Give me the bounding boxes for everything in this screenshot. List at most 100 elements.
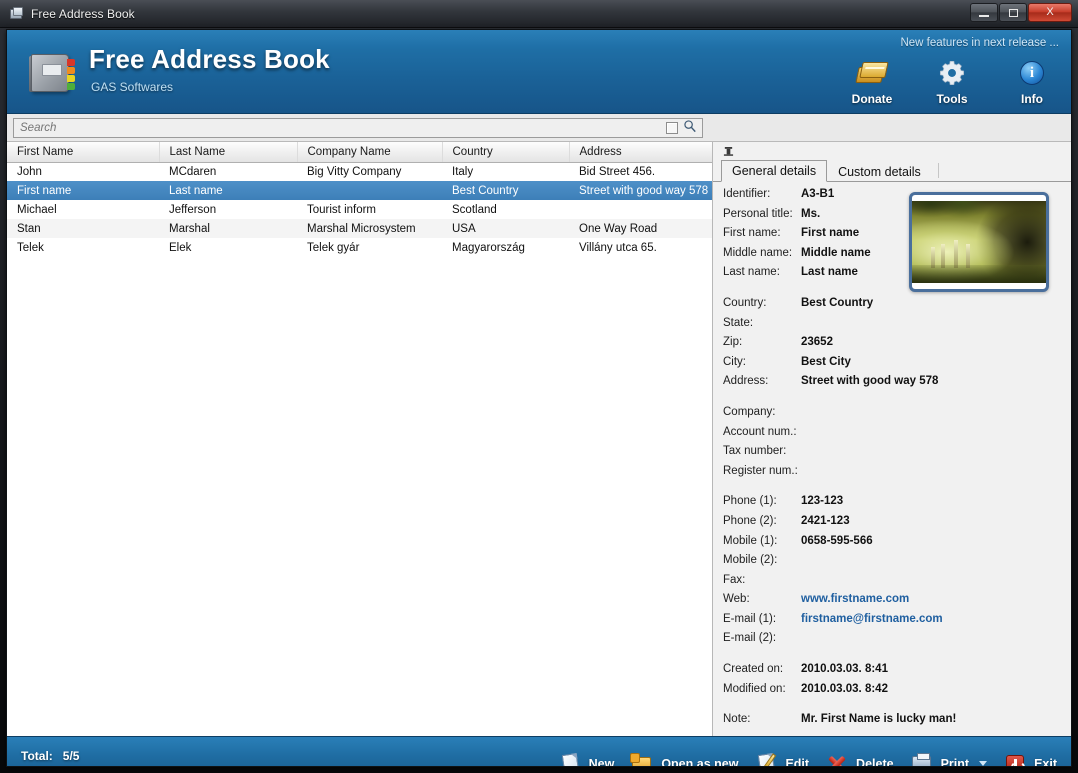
field-first-name: First name: First name <box>713 227 1071 247</box>
search-box[interactable] <box>13 118 703 138</box>
field-label: Address: <box>723 375 801 387</box>
field-label: Mobile (1): <box>723 535 801 547</box>
action-buttons: New Open as new Edit Delete Print <box>558 753 1071 768</box>
field-email-2: E-mail (2): <box>713 632 1071 652</box>
magnifier-icon[interactable] <box>683 119 697 138</box>
open-as-new-icon <box>630 753 654 768</box>
field-zip: Zip: 23652 <box>713 336 1071 356</box>
search-option-checkbox[interactable] <box>666 122 678 134</box>
field-value: Street with good way 578 <box>801 375 938 387</box>
window-title-bar: Free Address Book X <box>0 0 1078 28</box>
column-header-last-name[interactable]: Last Name <box>159 142 297 162</box>
field-note: Note: Mr. First Name is lucky man! <box>713 713 1071 733</box>
cell-address: Street with good way 578 <box>569 181 713 200</box>
status-action-bar: Total: 5/5 Selected rows: 1 New Open as … <box>7 736 1071 767</box>
cell-last-name: MCdaren <box>159 162 297 181</box>
contacts-grid-pane: First Name Last Name Company Name Countr… <box>7 142 713 736</box>
edit-pencil-icon <box>754 753 778 768</box>
cell-company: Marshal Microsystem <box>297 219 442 238</box>
field-label: Account num.: <box>723 426 801 438</box>
info-button[interactable]: i Info <box>1001 57 1063 106</box>
new-button[interactable]: New <box>558 753 615 768</box>
field-label: Fax: <box>723 574 801 586</box>
field-company: Company: <box>713 406 1071 426</box>
tools-label: Tools <box>921 92 983 106</box>
tools-button[interactable]: Tools <box>921 57 983 106</box>
delete-button[interactable]: Delete <box>825 753 894 768</box>
column-header-country[interactable]: Country <box>442 142 569 162</box>
power-icon <box>1003 753 1027 768</box>
field-label: E-mail (1): <box>723 613 801 625</box>
field-label: Last name: <box>723 266 801 278</box>
info-label: Info <box>1001 92 1063 106</box>
printer-icon <box>910 753 934 768</box>
new-features-link[interactable]: New features in next release ... <box>900 37 1059 49</box>
search-bar <box>7 114 1071 142</box>
selected-rows-label: Selected rows: <box>21 765 106 768</box>
field-email-1: E-mail (1): firstname@firstname.com <box>713 613 1071 633</box>
open-as-new-label: Open as new <box>661 757 738 768</box>
minimize-button[interactable] <box>970 3 998 22</box>
address-book-icon <box>9 6 25 22</box>
field-label: Middle name: <box>723 247 801 259</box>
cell-address: One Way Road <box>569 219 713 238</box>
field-label: Mobile (2): <box>723 554 801 566</box>
detail-tabs: General details Custom details <box>713 160 1071 182</box>
cell-country: Magyarország <box>442 238 569 257</box>
contacts-table[interactable]: First Name Last Name Company Name Countr… <box>7 142 713 257</box>
column-header-first-name[interactable]: First Name <box>7 142 159 162</box>
cell-country: Best Country <box>442 181 569 200</box>
column-header-address[interactable]: Address <box>569 142 713 162</box>
field-tax-number: Tax number: <box>713 445 1071 465</box>
field-label: Company: <box>723 406 801 418</box>
cell-company: Telek gyár <box>297 238 442 257</box>
window-controls: X <box>970 3 1072 22</box>
field-value: Best City <box>801 356 851 368</box>
email-link[interactable]: firstname@firstname.com <box>801 613 943 625</box>
web-link[interactable]: www.firstname.com <box>801 593 909 605</box>
pin-icon[interactable] <box>723 146 735 160</box>
table-row[interactable]: Stan Marshal Marshal Microsystem USA One… <box>7 219 713 238</box>
detail-pane: General details Custom details I <box>713 142 1071 736</box>
cell-last-name: Jefferson <box>159 200 297 219</box>
field-label: Note: <box>723 713 801 725</box>
field-label: Personal title: <box>723 208 801 220</box>
edit-label: Edit <box>785 757 809 768</box>
close-button[interactable]: X <box>1028 3 1072 22</box>
column-header-company[interactable]: Company Name <box>297 142 442 162</box>
search-input[interactable] <box>14 122 666 134</box>
new-contact-icon <box>558 753 582 768</box>
application-window: Free Address Book X Free Address Book GA… <box>0 0 1078 773</box>
print-button[interactable]: Print <box>910 753 969 768</box>
field-personal-title: Personal title: Ms. <box>713 208 1071 228</box>
donate-button[interactable]: Donate <box>841 57 903 106</box>
table-row[interactable]: Telek Elek Telek gyár Magyarország Villá… <box>7 238 713 257</box>
field-group-gap <box>713 286 1071 297</box>
tab-custom-details[interactable]: Custom details <box>827 161 932 182</box>
status-text: Total: 5/5 Selected rows: 1 <box>7 748 122 768</box>
field-value: 123-123 <box>801 495 843 507</box>
tab-divider <box>938 163 939 178</box>
cell-last-name: Last name <box>159 181 297 200</box>
exit-button[interactable]: Exit <box>1003 753 1057 768</box>
cell-country: Italy <box>442 162 569 181</box>
field-label: Tax number: <box>723 445 801 457</box>
maximize-button[interactable] <box>999 3 1027 22</box>
header-buttons: Donate Tools i Info <box>841 57 1063 106</box>
edit-button[interactable]: Edit <box>754 753 809 768</box>
field-label: Identifier: <box>723 188 801 200</box>
table-row[interactable]: John MCdaren Big Vitty Company Italy Bid… <box>7 162 713 181</box>
cell-address: Bid Street 456. <box>569 162 713 181</box>
donate-label: Donate <box>841 92 903 106</box>
cell-first-name: Stan <box>7 219 159 238</box>
table-row-selected[interactable]: First name Last name Best Country Street… <box>7 181 713 200</box>
cell-company: Big Vitty Company <box>297 162 442 181</box>
table-row[interactable]: Michael Jefferson Tourist inform Scotlan… <box>7 200 713 219</box>
field-label: City: <box>723 356 801 368</box>
field-value: 0658-595-566 <box>801 535 873 547</box>
field-value: A3-B1 <box>801 188 834 200</box>
selected-rows-value: 1 <box>116 765 123 768</box>
print-dropdown-caret[interactable] <box>979 761 987 766</box>
tab-general-details[interactable]: General details <box>721 160 827 182</box>
open-as-new-button[interactable]: Open as new <box>630 753 738 768</box>
